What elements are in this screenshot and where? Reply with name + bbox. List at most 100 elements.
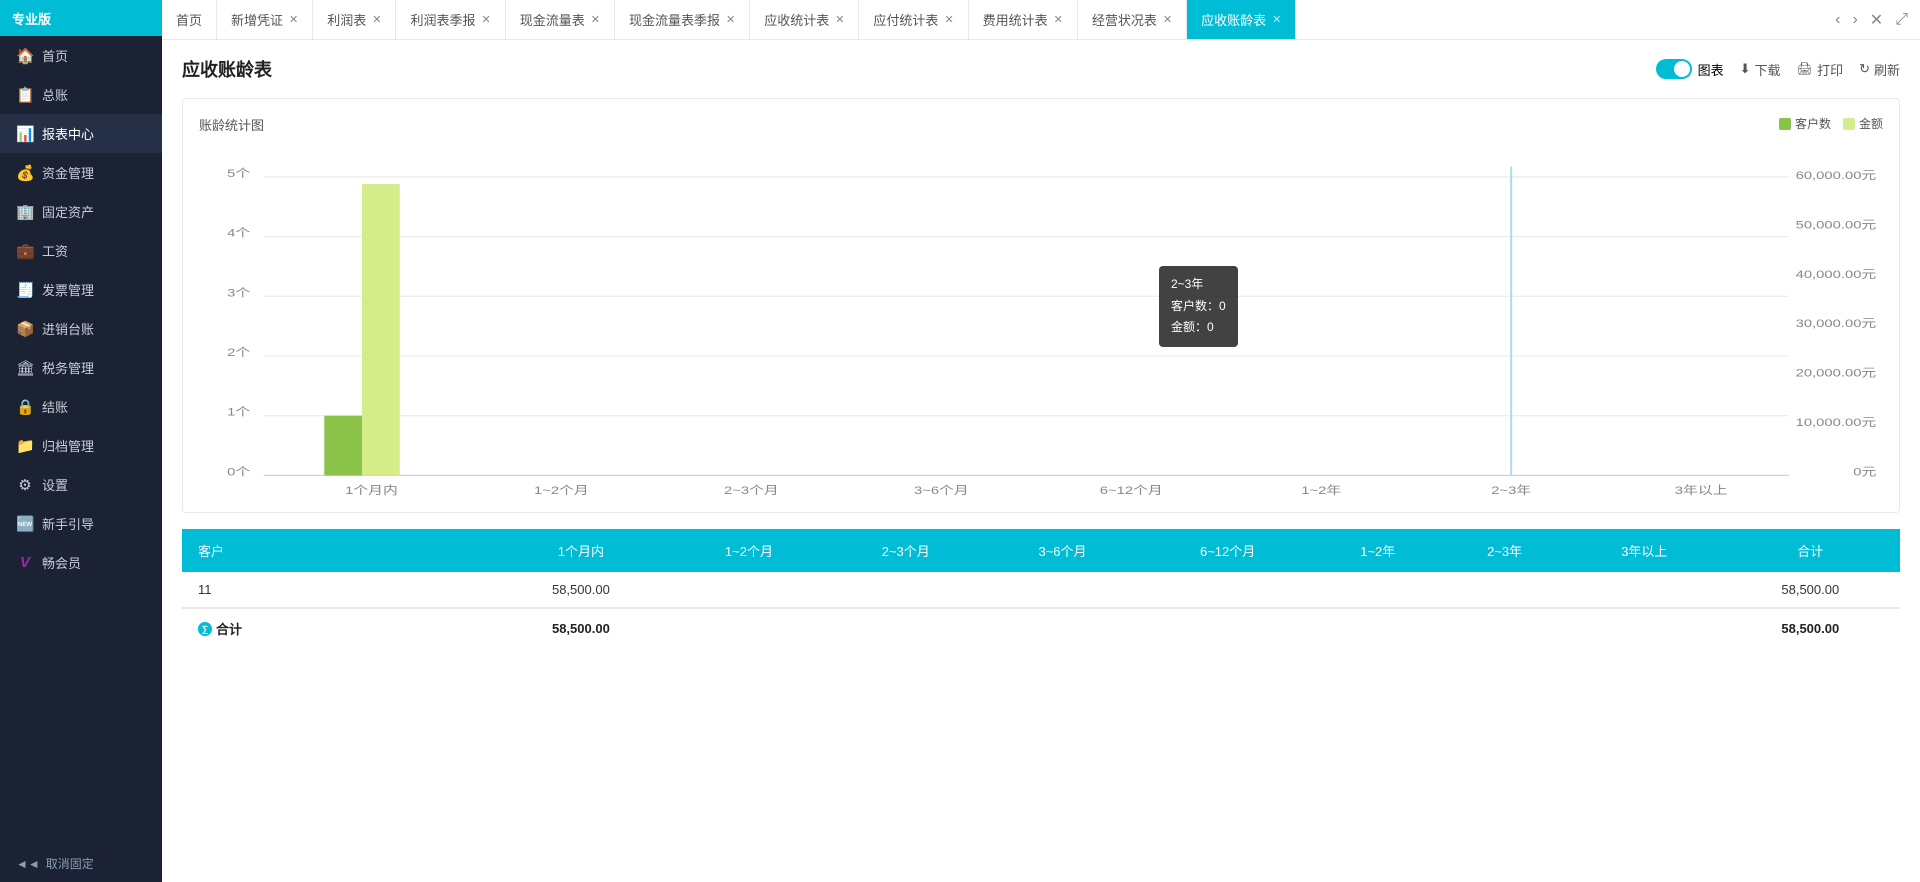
tab-close-cashflow-quarter[interactable]: ✕ — [726, 13, 735, 26]
sidebar-item-label: 发票管理 — [42, 280, 94, 299]
svg-text:10,000.00元: 10,000.00元 — [1796, 416, 1877, 429]
download-btn[interactable]: ⬇ 下载 — [1740, 60, 1781, 79]
sidebar-item-guide[interactable]: 🆕 新手引导 — [0, 504, 162, 543]
footer-m1: 58,500.00 — [491, 608, 670, 648]
tab-close-operation-stats[interactable]: ✕ — [1163, 13, 1172, 26]
sidebar-item-settings[interactable]: ⚙ 设置 — [0, 465, 162, 504]
tab-close-cashflow[interactable]: ✕ — [591, 13, 600, 26]
bar-amount-0[interactable] — [362, 184, 400, 475]
cell-y1-2 — [1314, 572, 1441, 608]
sidebar-item-label: 设置 — [42, 475, 68, 494]
tab-close-all-btn[interactable]: ✕ — [1866, 8, 1887, 32]
tab-ar-aging[interactable]: 应收账龄表 ✕ — [1187, 0, 1296, 39]
sidebar-item-assets[interactable]: 🏢 固定资产 — [0, 192, 162, 231]
chart-title: 账龄统计图 — [199, 115, 1883, 134]
tab-cashflow-quarter[interactable]: 现金流量表季报 ✕ — [615, 0, 750, 39]
tab-close-voucher[interactable]: ✕ — [289, 13, 298, 26]
svg-text:0个: 0个 — [227, 465, 250, 478]
sidebar-item-label: 资金管理 — [42, 163, 94, 182]
col-header-m3-6: 3~6个月 — [984, 529, 1141, 572]
tab-close-ar-aging[interactable]: ✕ — [1272, 13, 1281, 26]
sidebar-item-reports[interactable]: 📊 报表中心 — [0, 114, 162, 153]
page-inner: 应收账龄表 图表 ⬇ 下载 🖨 打印 ↻ — [162, 40, 1920, 882]
sidebar-item-label: 结账 — [42, 397, 68, 416]
print-btn[interactable]: 🖨 打印 — [1797, 60, 1844, 79]
tab-expand-btn[interactable]: ⤢ — [1891, 9, 1912, 31]
tab-voucher[interactable]: 新增凭证 ✕ — [217, 0, 313, 39]
funds-icon: 💰 — [16, 164, 34, 182]
table-header-row: 客户 1个月内 1~2个月 2~3个月 3~6个月 6~12个月 1~2年 2~… — [182, 529, 1900, 572]
bar-customers-0[interactable] — [324, 416, 362, 476]
sidebar-item-home[interactable]: 🏠 首页 — [0, 36, 162, 75]
svg-text:2~3年: 2~3年 — [1491, 484, 1531, 496]
chart-legend: 客户数 金额 — [1779, 115, 1883, 132]
tab-expense-stats[interactable]: 费用统计表 ✕ — [969, 0, 1078, 39]
cell-customer: 11 — [182, 572, 491, 608]
vip-icon: V — [16, 554, 34, 571]
svg-text:6~12个月: 6~12个月 — [1100, 484, 1163, 496]
svg-text:2~3个月: 2~3个月 — [724, 484, 779, 496]
cell-m6-12 — [1141, 572, 1314, 608]
chart-toggle-switch[interactable] — [1656, 59, 1692, 79]
sidebar-item-closing[interactable]: 🔒 结账 — [0, 387, 162, 426]
sidebar: 专业版 🏠 首页 📋 总账 📊 报表中心 💰 资金管理 🏢 固定资产 💼 工资 … — [0, 0, 162, 882]
footer-m6-12 — [1141, 608, 1314, 648]
app-logo: 专业版 — [0, 0, 162, 36]
sidebar-item-payroll[interactable]: 💼 工资 — [0, 231, 162, 270]
sidebar-item-label: 税务管理 — [42, 358, 94, 377]
assets-icon: 🏢 — [16, 203, 34, 221]
table-footer-row: ∑ 合计 58,500.00 58,500.00 — [182, 608, 1900, 648]
tab-prev-btn[interactable]: ‹ — [1831, 9, 1844, 31]
sidebar-item-archive[interactable]: 📁 归档管理 — [0, 426, 162, 465]
legend-amount: 金额 — [1843, 115, 1883, 132]
sidebar-item-tax[interactable]: 🏛 税务管理 — [0, 348, 162, 387]
col-header-total: 合计 — [1721, 529, 1900, 572]
legend-customers-label: 客户数 — [1795, 115, 1831, 132]
sidebar-item-label: 报表中心 — [42, 124, 94, 143]
col-header-y3plus: 3年以上 — [1568, 529, 1721, 572]
tab-ap-stats[interactable]: 应付统计表 ✕ — [859, 0, 968, 39]
tab-close-ar-stats[interactable]: ✕ — [835, 13, 844, 26]
tab-close-profit-quarter[interactable]: ✕ — [482, 13, 491, 26]
sidebar-item-label: 畅会员 — [42, 553, 81, 572]
tab-close-ap-stats[interactable]: ✕ — [944, 13, 953, 26]
footer-total: 58,500.00 — [1721, 608, 1900, 648]
chart-svg-container: 0个 1个 2个 3个 4个 5个 0元 10,000.00元 20,000.0… — [199, 146, 1883, 496]
tab-nav: 首页 新增凭证 ✕ 利润表 ✕ 利润表季报 ✕ 现金流量表 ✕ 现金流量表季报 … — [162, 0, 1823, 39]
sidebar-pin-toggle[interactable]: ◄◄ 取消固定 — [0, 845, 162, 882]
tab-profit[interactable]: 利润表 ✕ — [313, 0, 396, 39]
print-icon: 🖨 — [1797, 61, 1814, 77]
svg-text:1~2个月: 1~2个月 — [534, 484, 589, 496]
tab-home[interactable]: 首页 — [162, 0, 217, 39]
col-header-m2-3: 2~3个月 — [827, 529, 984, 572]
footer-m3-6 — [984, 608, 1141, 648]
sidebar-item-ledger[interactable]: 📋 总账 — [0, 75, 162, 114]
guide-icon: 🆕 — [16, 515, 34, 533]
tab-close-expense-stats[interactable]: ✕ — [1054, 13, 1063, 26]
cell-m2-3 — [827, 572, 984, 608]
svg-text:60,000.00元: 60,000.00元 — [1796, 169, 1877, 182]
tab-cashflow[interactable]: 现金流量表 ✕ — [506, 0, 615, 39]
cell-m3-6 — [984, 572, 1141, 608]
tab-close-profit[interactable]: ✕ — [372, 13, 381, 26]
sidebar-item-funds[interactable]: 💰 资金管理 — [0, 153, 162, 192]
chart-toggle[interactable]: 图表 — [1656, 59, 1724, 79]
page-body: 应收账龄表 图表 ⬇ 下载 🖨 打印 ↻ — [162, 40, 1920, 882]
sidebar-item-invoice[interactable]: 🧾 发票管理 — [0, 270, 162, 309]
sidebar-item-sales[interactable]: 📦 进销台账 — [0, 309, 162, 348]
col-header-y2-3: 2~3年 — [1441, 529, 1568, 572]
tax-icon: 🏛 — [16, 359, 34, 377]
tab-operation-stats[interactable]: 经营状况表 ✕ — [1078, 0, 1187, 39]
home-icon: 🏠 — [16, 47, 34, 65]
refresh-btn[interactable]: ↻ 刷新 — [1859, 60, 1900, 79]
svg-text:3年以上: 3年以上 — [1675, 484, 1728, 496]
tab-ar-stats[interactable]: 应收统计表 ✕ — [750, 0, 859, 39]
tab-next-btn[interactable]: › — [1848, 9, 1861, 31]
sidebar-item-label: 归档管理 — [42, 436, 94, 455]
footer-y2-3 — [1441, 608, 1568, 648]
cell-total: 58,500.00 — [1721, 572, 1900, 608]
tab-profit-quarter[interactable]: 利润表季报 ✕ — [396, 0, 505, 39]
sidebar-item-label: 首页 — [42, 46, 68, 65]
svg-text:1个: 1个 — [227, 405, 250, 418]
sidebar-item-vip[interactable]: V 畅会员 — [0, 543, 162, 582]
